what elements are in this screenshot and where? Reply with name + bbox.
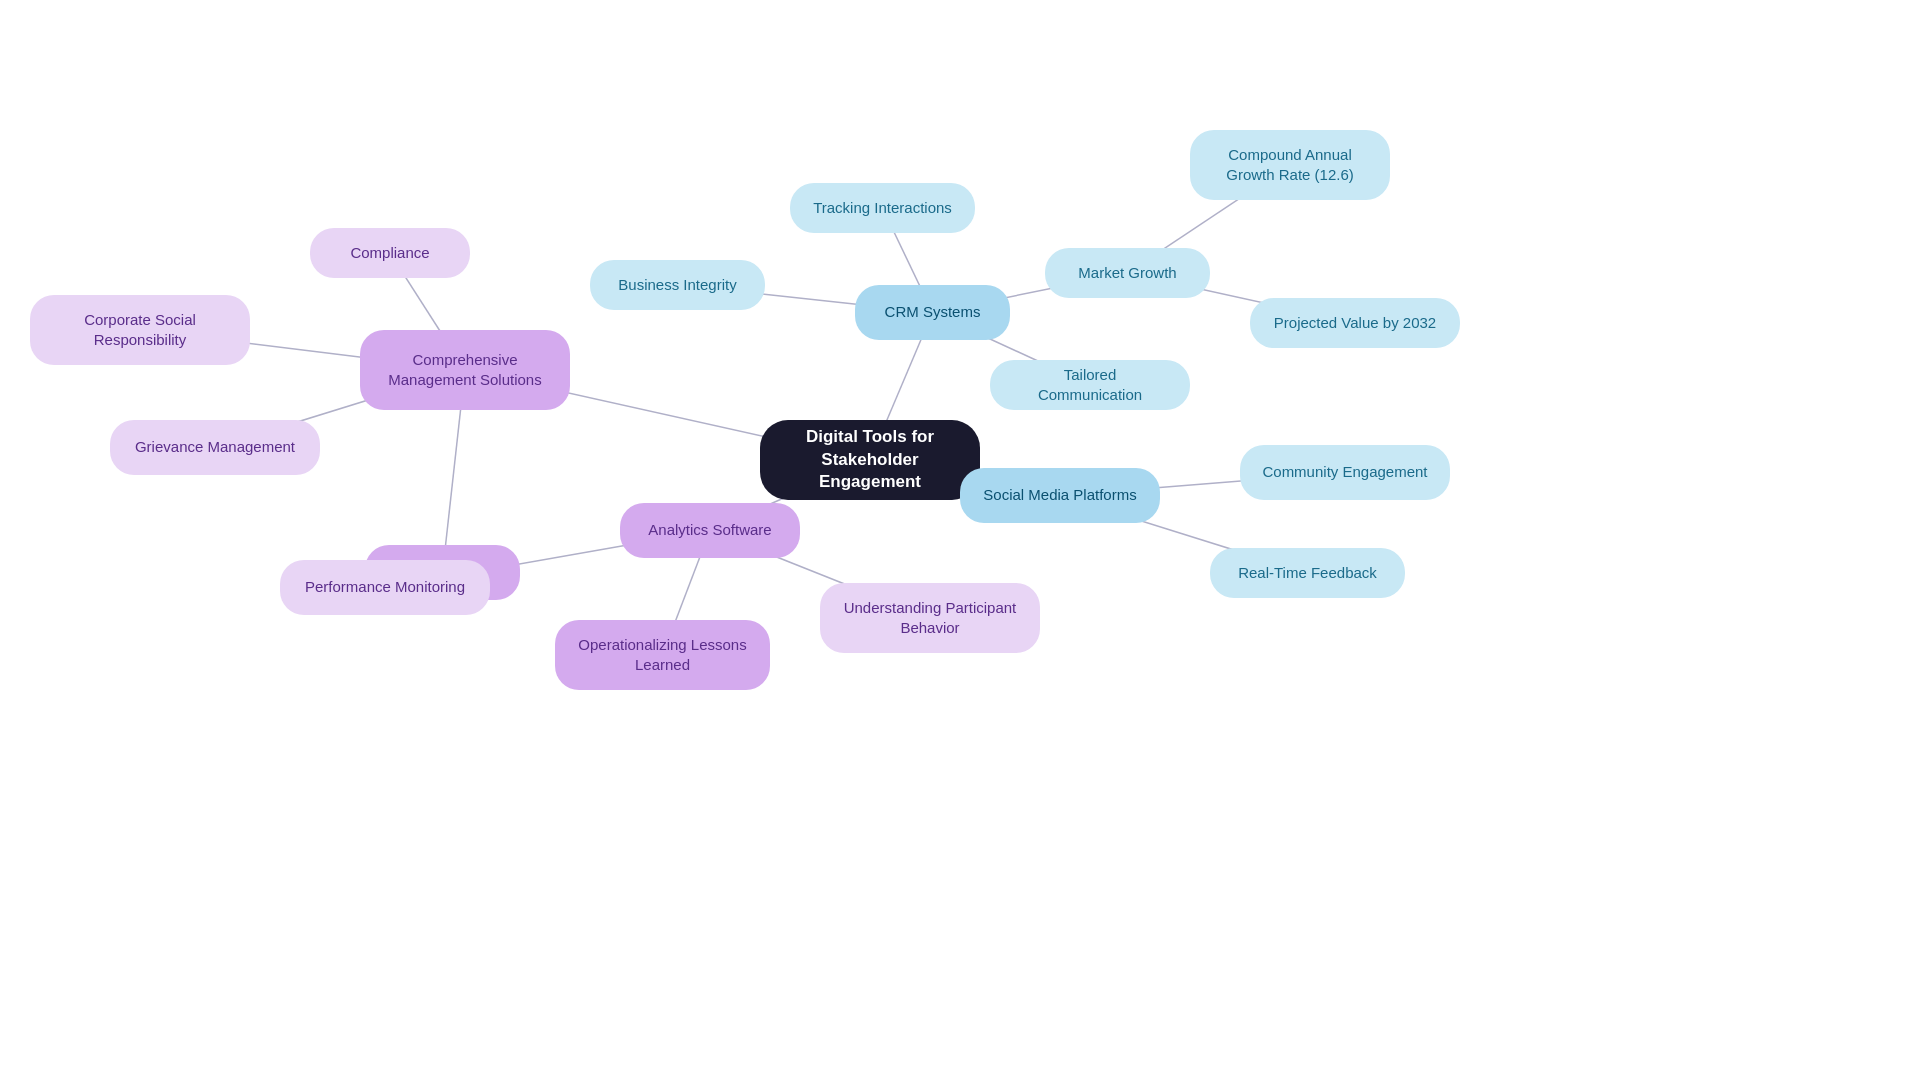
connection-lines [0,0,1920,1083]
node-realtime: Real-Time Feedback [1210,548,1405,598]
node-analytics: Analytics Software [620,503,800,558]
node-market-growth: Market Growth [1045,248,1210,298]
node-social-media: Social Media Platforms [960,468,1160,523]
node-grievance: Grievance Management [110,420,320,475]
node-comp-mgmt: Comprehensive Management Solutions [360,330,570,410]
node-crm: CRM Systems [855,285,1010,340]
node-understanding: Understanding Participant Behavior [820,583,1040,653]
center-node: Digital Tools for Stakeholder Engagement [760,420,980,500]
node-projected: Projected Value by 2032 [1250,298,1460,348]
node-cagr: Compound Annual Growth Rate (12.6) [1190,130,1390,200]
node-compliance: Compliance [310,228,470,278]
node-operationalizing: Operationalizing Lessons Learned [555,620,770,690]
node-tracking: Tracking Interactions [790,183,975,233]
node-corp-social: Corporate Social Responsibility [30,295,250,365]
mindmap-container: Digital Tools for Stakeholder Engagement… [0,0,1920,1083]
node-tailored-comm: Tailored Communication [990,360,1190,410]
node-perf-monitoring: Performance Monitoring [280,560,490,615]
node-business-integrity: Business Integrity [590,260,765,310]
node-community-eng: Community Engagement [1240,445,1450,500]
